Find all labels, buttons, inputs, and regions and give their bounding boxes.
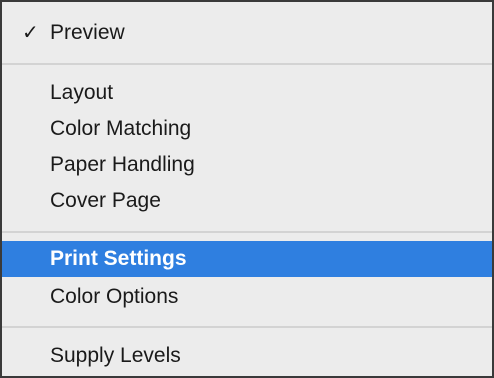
menu-separator [2, 231, 492, 233]
menu-item-label: Color Options [50, 285, 179, 308]
menu-item-color-options[interactable]: Color Options [2, 279, 492, 315]
dropdown-menu: ✓ Preview Layout Color Matching Paper Ha… [0, 0, 494, 378]
menu-item-print-settings[interactable]: Print Settings [2, 241, 492, 277]
menu-item-label: Print Settings [50, 247, 187, 270]
menu-separator [2, 63, 492, 65]
menu-separator [2, 326, 492, 328]
menu-item-label: Cover Page [50, 189, 161, 212]
menu-item-paper-handling[interactable]: Paper Handling [2, 147, 492, 183]
menu-item-label: Supply Levels [50, 344, 181, 367]
menu-item-cover-page[interactable]: Cover Page [2, 183, 492, 219]
menu-item-supply-levels[interactable]: Supply Levels [2, 338, 492, 374]
checkmark-icon: ✓ [22, 22, 39, 44]
menu-item-layout[interactable]: Layout [2, 75, 492, 111]
menu-item-label: Paper Handling [50, 153, 195, 176]
menu-item-label: Color Matching [50, 117, 192, 140]
menu-item-color-matching[interactable]: Color Matching [2, 111, 492, 147]
menu-item-label: Preview [50, 21, 125, 44]
menu-item-label: Layout [50, 81, 114, 104]
menu-item-preview[interactable]: ✓ Preview [2, 15, 492, 51]
